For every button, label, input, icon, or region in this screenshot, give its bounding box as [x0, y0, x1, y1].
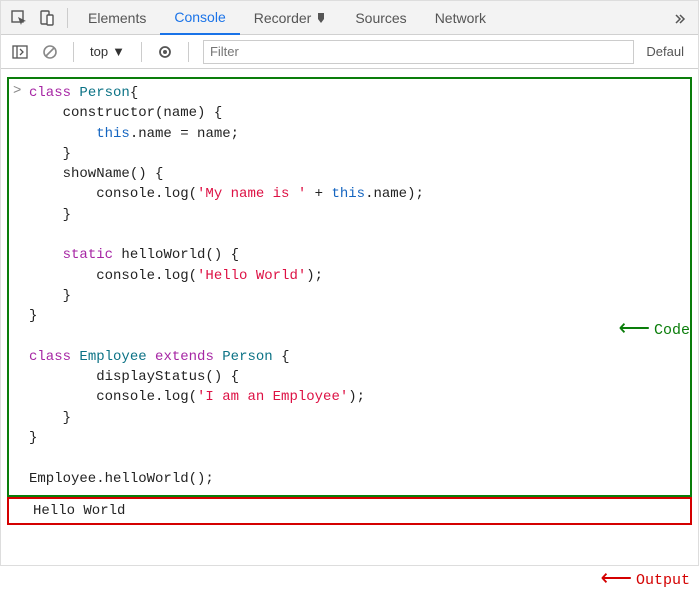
- code-content[interactable]: class Person{ constructor(name) { this.n…: [11, 83, 684, 489]
- annotation-code: ⟵ Code: [618, 319, 690, 341]
- annotation-output: ⟵ Output: [600, 569, 690, 591]
- tab-network[interactable]: Network: [421, 1, 500, 35]
- devtools-tabbar: Elements Console Recorder Sources Networ…: [1, 1, 698, 35]
- dropdown-icon: ▼: [112, 44, 125, 59]
- output-region: Hello World: [7, 497, 692, 525]
- prompt-icon: >: [13, 83, 21, 99]
- context-label: top: [90, 44, 108, 59]
- context-selector[interactable]: top ▼: [84, 39, 131, 65]
- arrow-left-icon: ⟵: [618, 319, 650, 341]
- sidebar-toggle-icon[interactable]: [7, 39, 33, 65]
- console-toolbar: top ▼ Defaul: [1, 35, 698, 69]
- live-expression-icon[interactable]: [152, 39, 178, 65]
- tab-console[interactable]: Console: [160, 1, 239, 35]
- separator: [73, 42, 74, 62]
- console-body: > class Person{ constructor(name) { this…: [1, 69, 698, 525]
- filter-input[interactable]: [203, 40, 634, 64]
- inspect-icon[interactable]: [5, 4, 33, 32]
- tab-recorder[interactable]: Recorder: [240, 1, 342, 35]
- clear-console-icon[interactable]: [37, 39, 63, 65]
- arrow-left-icon: ⟵: [600, 569, 632, 591]
- output-content: Hello World: [15, 501, 684, 521]
- more-tabs-icon[interactable]: [666, 4, 694, 32]
- code-region: > class Person{ constructor(name) { this…: [7, 77, 692, 497]
- separator: [67, 8, 68, 28]
- tab-elements[interactable]: Elements: [74, 1, 160, 35]
- separator: [141, 42, 142, 62]
- tab-sources[interactable]: Sources: [341, 1, 420, 35]
- separator: [188, 42, 189, 62]
- tab-recorder-label: Recorder: [254, 10, 312, 26]
- log-levels[interactable]: Defaul: [638, 44, 692, 59]
- annotation-output-label: Output: [636, 572, 690, 589]
- device-toggle-icon[interactable]: [33, 4, 61, 32]
- annotation-code-label: Code: [654, 322, 690, 339]
